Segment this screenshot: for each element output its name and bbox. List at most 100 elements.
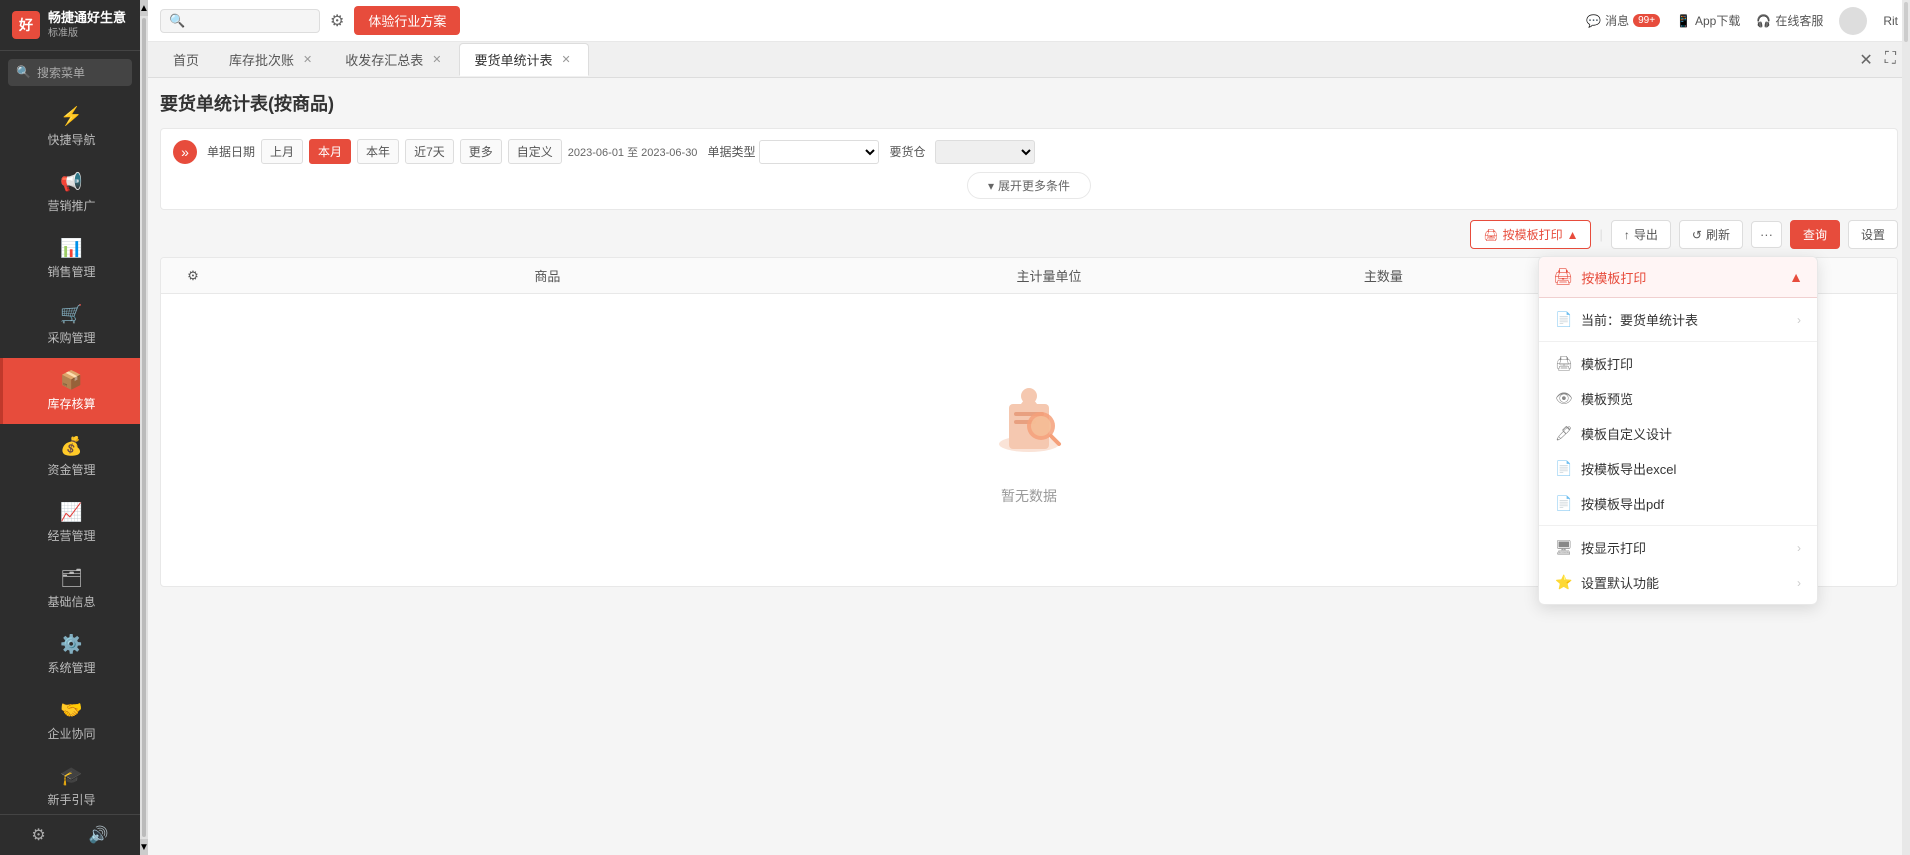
finance-icon: 💰 [60,436,82,457]
scroll-thumb[interactable] [142,18,146,837]
trial-btn[interactable]: 体验行业方案 [354,6,460,35]
refresh-icon: ↺ [1692,228,1702,242]
cooperation-icon: 🤝 [60,700,82,721]
dropdown-display-print-item[interactable]: 🖥 按显示打印 › [1539,530,1817,565]
doc-type-select[interactable] [759,140,879,164]
sidebar-item-marketing[interactable]: 📢 营销推广 [0,160,140,226]
tab-close-icon[interactable]: ✕ [300,52,315,67]
speaker-icon[interactable]: 🔊 [89,825,109,845]
date-filter-label: 单据日期 [207,143,255,160]
sidebar-item-quick-nav[interactable]: ⚡ 快捷导航 [0,94,140,160]
app-name: 畅捷通好生意 [48,10,126,27]
date-btn-last7[interactable]: 近7天 [405,139,454,164]
template-design-icon: 🖊 [1555,425,1571,442]
app-download-btn[interactable]: 📱 App下载 [1676,12,1740,29]
date-filter: 单据日期 上月 本月 本年 近7天 更多 自定义 2023-06-01 至 20… [207,139,697,164]
template-print-label: 模板打印 [1581,354,1801,373]
topbar-gear-icon[interactable]: ⚙ [330,11,344,31]
sidebar-item-system[interactable]: ⚙️ 系统管理 [0,622,140,688]
warehouse-select[interactable] [935,140,1035,164]
sidebar-scrollbar[interactable]: ▲ ▼ [140,0,148,855]
date-btn-prev-month[interactable]: 上月 [261,139,303,164]
sidebar-item-cooperation[interactable]: 🤝 企业协同 [0,688,140,754]
page-title: 要货单统计表(按商品) [160,90,1898,116]
username[interactable]: Rit [1883,14,1898,28]
tab-home[interactable]: 首页 [158,43,214,76]
scrollbar-thumb[interactable] [1904,2,1908,42]
sidebar-item-basic[interactable]: 🗂 基础信息 [0,556,140,622]
messages-btn[interactable]: 💬 消息 99+ [1586,12,1660,29]
tabbar: 首页 库存批次账 ✕ 收发存汇总表 ✕ 要货单统计表 ✕ ✕ ⛶ [148,42,1910,78]
sidebar-item-operations[interactable]: 📈 经营管理 [0,490,140,556]
template-design-label: 模板自定义设计 [1581,424,1801,443]
tab-inventory-batch[interactable]: 库存批次账 ✕ [214,43,330,76]
tab-label: 收发存汇总表 [345,50,423,69]
filter-toggle-btn[interactable]: » [173,140,197,164]
template-preview-icon: 👁 [1555,390,1571,407]
dropdown-item-export-pdf[interactable]: 📄 按模板导出pdf [1539,486,1817,521]
tab-receipt-summary[interactable]: 收发存汇总表 ✕ [330,43,459,76]
user-avatar[interactable] [1839,7,1867,35]
tab-order-stats[interactable]: 要货单统计表 ✕ [459,43,588,76]
dropdown-current-section: 📄 当前：要货单统计表 › [1539,298,1817,342]
topbar-search-input[interactable] [189,14,309,28]
page-scrollbar[interactable] [1902,0,1910,855]
sidebar-item-inventory[interactable]: 📦 库存核算 [0,358,140,424]
expand-conditions-btn[interactable]: ▾ 展开更多条件 [967,172,1091,199]
dropdown-items-section: 🖨 模板打印 👁 模板预览 🖊 模板自定义设计 📄 按模板导出excel [1539,342,1817,526]
topbar-search-box[interactable]: 🔍 [160,9,320,33]
service-label: 在线客服 [1775,12,1823,29]
date-btn-cur-month[interactable]: 本月 [309,139,351,164]
col-settings[interactable]: ⚙ [173,268,213,284]
col-product: 商品 [213,266,882,285]
sidebar-search[interactable]: 🔍 搜索菜单 [8,59,132,86]
topbar: 🔍 ⚙ 体验行业方案 💬 消息 99+ 📱 App下载 🎧 在线客服 Rit [148,0,1910,42]
export-pdf-label: 按模板导出pdf [1581,494,1801,513]
settings-btn[interactable]: 设置 [1848,220,1898,249]
dropdown-item-template-preview[interactable]: 👁 模板预览 [1539,381,1817,416]
online-service-btn[interactable]: 🎧 在线客服 [1756,12,1823,29]
dropdown-item-template-design[interactable]: 🖊 模板自定义设计 [1539,416,1817,451]
sidebar-item-label: 资金管理 [47,461,95,478]
date-range: 2023-06-01 至 2023-06-30 [568,144,698,160]
dropdown-set-default-item[interactable]: ⭐ 设置默认功能 › [1539,565,1817,600]
dropdown-close-icon[interactable]: ▲ [1789,269,1803,285]
display-print-icon: 🖥 [1555,539,1571,556]
close-all-icon[interactable]: ✕ [1855,48,1876,72]
scroll-down-btn[interactable]: ▼ [140,839,148,855]
system-icon: ⚙️ [60,634,82,655]
dropdown-item-template-print[interactable]: 🖨 模板打印 [1539,346,1817,381]
doc-type-label: 单据类型 [707,143,755,160]
date-btn-more[interactable]: 更多 [460,139,502,164]
dropdown-current-item[interactable]: 📄 当前：要货单统计表 › [1539,302,1817,337]
scroll-up-btn[interactable]: ▲ [140,0,148,16]
settings-icon[interactable]: ⚙ [31,825,45,845]
sidebar-item-finance[interactable]: 💰 资金管理 [0,424,140,490]
query-btn[interactable]: 查询 [1790,220,1840,249]
inventory-icon: 📦 [60,370,82,391]
refresh-btn[interactable]: ↺ 刷新 [1679,220,1743,249]
tab-close-icon[interactable]: ✕ [559,52,574,67]
dropdown-print-icon: 🖨 [1553,267,1573,287]
more-actions-btn[interactable]: ··· [1751,221,1782,248]
maximize-icon[interactable]: ⛶ [1881,48,1900,72]
sidebar-item-purchase[interactable]: 🛒 采购管理 [0,292,140,358]
print-template-btn[interactable]: 🖨 按模板打印 ▲ [1470,220,1591,249]
current-icon: 📄 [1555,311,1571,328]
tab-label: 要货单统计表 [474,50,552,69]
date-btn-custom[interactable]: 自定义 [508,139,562,164]
sidebar-item-sales[interactable]: 📊 销售管理 [0,226,140,292]
main-area: 🔍 ⚙ 体验行业方案 💬 消息 99+ 📱 App下载 🎧 在线客服 Rit [148,0,1910,855]
doc-type-filter: 单据类型 [707,140,879,164]
dropdown-item-export-excel[interactable]: 📄 按模板导出excel [1539,451,1817,486]
tab-close-icon[interactable]: ✕ [429,52,444,67]
current-label: 当前：要货单统计表 [1581,310,1787,329]
sidebar-item-guide[interactable]: 🎓 新手引导 [0,754,140,814]
divider-icon: | [1599,227,1602,242]
messages-badge: 99+ [1633,14,1660,27]
print-label: 按模板打印 [1503,226,1563,243]
app-tag: 标准版 [48,27,126,40]
date-btn-cur-year[interactable]: 本年 [357,139,399,164]
service-icon: 🎧 [1756,14,1771,28]
export-btn[interactable]: ↑ 导出 [1611,220,1671,249]
